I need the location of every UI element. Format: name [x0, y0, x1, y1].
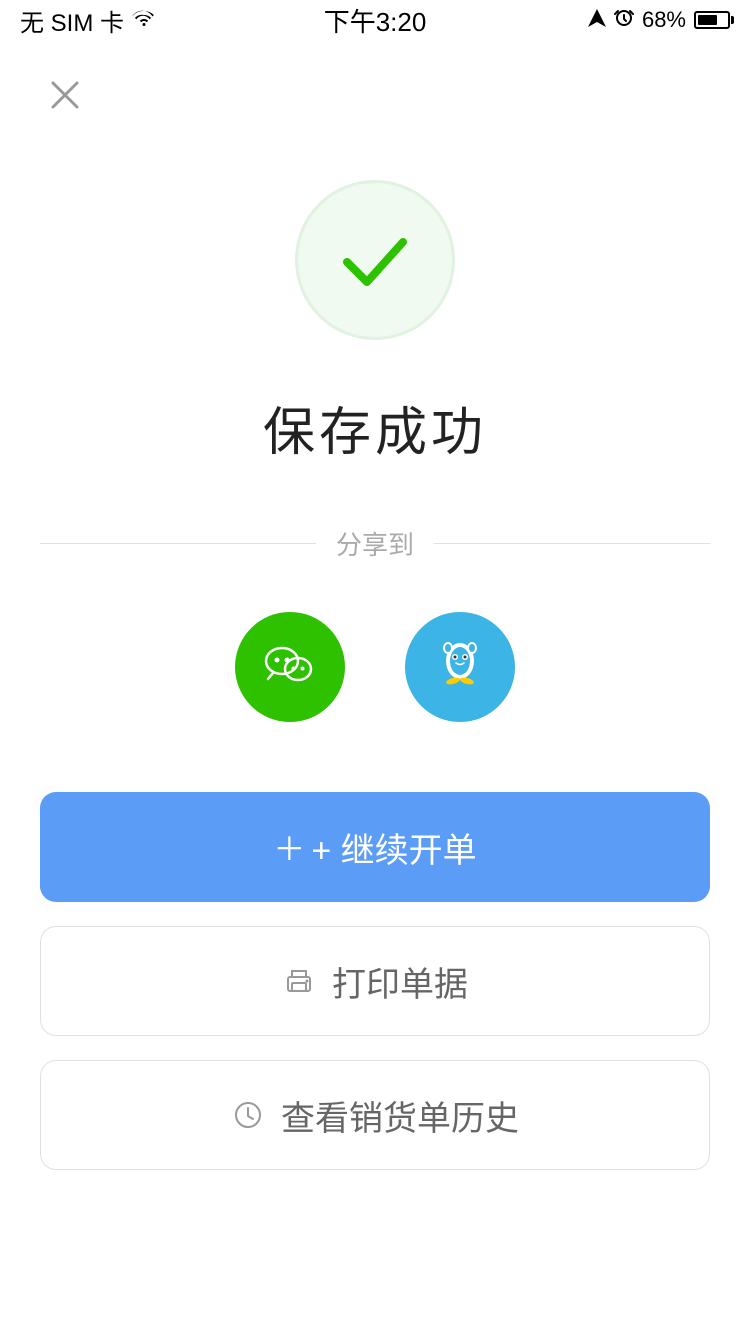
- qq-icon: [428, 635, 492, 699]
- checkmark-icon: [335, 220, 415, 300]
- continue-label: + 继续开单: [311, 823, 476, 872]
- print-icon: [282, 964, 316, 998]
- print-button[interactable]: 打印单据: [40, 926, 710, 1036]
- sim-status: 无 SIM 卡: [20, 3, 124, 38]
- plus-icon: ＋: [273, 824, 305, 870]
- history-label: 查看销货单历史: [281, 1091, 519, 1140]
- status-time: 下午3:20: [324, 2, 427, 39]
- share-label: 分享到: [336, 525, 414, 562]
- close-button[interactable]: [40, 70, 90, 120]
- location-icon: [588, 7, 606, 33]
- share-line-right: [434, 543, 710, 544]
- success-area: 保存成功: [0, 120, 750, 505]
- success-circle: [295, 180, 455, 340]
- share-line-left: [40, 543, 316, 544]
- wifi-icon: [132, 7, 156, 33]
- battery-percent: 68%: [642, 7, 686, 33]
- status-right: 68%: [588, 7, 730, 33]
- share-wechat-button[interactable]: [235, 612, 345, 722]
- share-divider: 分享到: [40, 525, 710, 562]
- close-area: [0, 40, 750, 120]
- close-icon: [49, 79, 81, 111]
- status-bar: 无 SIM 卡 下午3:20 68%: [0, 0, 750, 40]
- status-left: 无 SIM 卡: [20, 3, 156, 38]
- history-button[interactable]: 查看销货单历史: [40, 1060, 710, 1170]
- battery-icon: [694, 11, 730, 29]
- share-section: 分享到: [0, 525, 750, 792]
- share-qq-button[interactable]: [405, 612, 515, 722]
- print-label: 打印单据: [332, 957, 468, 1006]
- alarm-icon: [614, 7, 634, 33]
- success-title: 保存成功: [263, 390, 487, 465]
- continue-button[interactable]: ＋ + 继续开单: [40, 792, 710, 902]
- history-icon: [231, 1098, 265, 1132]
- action-buttons: ＋ + 继续开单 打印单据 查看销货单历史: [0, 792, 750, 1170]
- wechat-icon: [258, 635, 322, 699]
- share-icons-row: [40, 612, 710, 722]
